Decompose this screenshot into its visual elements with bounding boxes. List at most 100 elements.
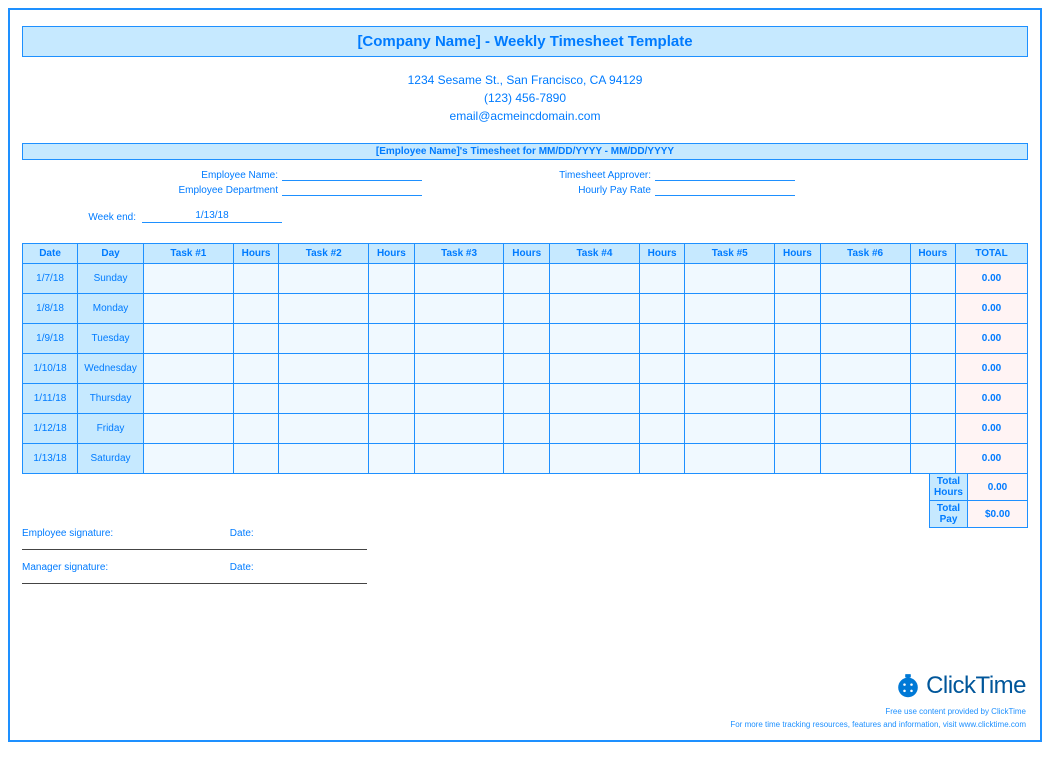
task-cell[interactable] <box>279 324 369 354</box>
hours-cell[interactable] <box>639 264 685 294</box>
task-cell[interactable] <box>550 264 640 294</box>
hours-cell[interactable] <box>910 324 956 354</box>
hours-cell[interactable] <box>775 324 821 354</box>
task-cell[interactable] <box>550 444 640 474</box>
task-cell[interactable] <box>279 444 369 474</box>
hours-cell[interactable] <box>504 354 550 384</box>
timesheet-document: [Company Name] - Weekly Timesheet Templa… <box>8 8 1042 742</box>
task-cell[interactable] <box>279 294 369 324</box>
hours-cell[interactable] <box>233 444 279 474</box>
employee-signature-line[interactable] <box>22 549 367 550</box>
stopwatch-icon <box>894 672 922 700</box>
hours-cell[interactable] <box>910 444 956 474</box>
hours-cell[interactable] <box>233 324 279 354</box>
task-cell[interactable] <box>279 414 369 444</box>
hours-cell[interactable] <box>504 444 550 474</box>
hours-cell[interactable] <box>910 414 956 444</box>
task-cell[interactable] <box>143 264 233 294</box>
task-cell[interactable] <box>550 384 640 414</box>
hours-cell[interactable] <box>639 294 685 324</box>
task-cell[interactable] <box>414 264 504 294</box>
hours-cell[interactable] <box>369 264 415 294</box>
hours-cell[interactable] <box>775 444 821 474</box>
task-cell[interactable] <box>820 294 910 324</box>
hours-cell[interactable] <box>639 384 685 414</box>
company-info: 1234 Sesame St., San Francisco, CA 94129… <box>22 71 1028 125</box>
hours-cell[interactable] <box>369 384 415 414</box>
task-cell[interactable] <box>550 354 640 384</box>
task-cell[interactable] <box>414 444 504 474</box>
week-end-value[interactable]: 1/13/18 <box>142 210 282 223</box>
timesheet-approver-field[interactable] <box>655 168 795 181</box>
hours-cell[interactable] <box>504 414 550 444</box>
task-cell[interactable] <box>550 294 640 324</box>
task-cell[interactable] <box>414 324 504 354</box>
date-cell: 1/12/18 <box>23 414 78 444</box>
task-cell[interactable] <box>143 324 233 354</box>
hours-cell[interactable] <box>910 354 956 384</box>
hours-cell[interactable] <box>639 414 685 444</box>
employee-name-field[interactable] <box>282 168 422 181</box>
hours-cell[interactable] <box>369 414 415 444</box>
task-cell[interactable] <box>685 444 775 474</box>
task-cell[interactable] <box>685 384 775 414</box>
date-cell: 1/11/18 <box>23 384 78 414</box>
manager-signature-line[interactable] <box>22 583 367 584</box>
hours-cell[interactable] <box>910 384 956 414</box>
hours-cell[interactable] <box>233 414 279 444</box>
task-cell[interactable] <box>685 354 775 384</box>
task-cell[interactable] <box>820 264 910 294</box>
hours-cell[interactable] <box>369 324 415 354</box>
hours-cell[interactable] <box>639 324 685 354</box>
hours-cell[interactable] <box>233 384 279 414</box>
task-cell[interactable] <box>820 384 910 414</box>
task-cell[interactable] <box>414 414 504 444</box>
hourly-pay-rate-field[interactable] <box>655 183 795 196</box>
task-cell[interactable] <box>279 384 369 414</box>
hours-cell[interactable] <box>504 324 550 354</box>
row-total: 0.00 <box>956 324 1028 354</box>
task-cell[interactable] <box>143 444 233 474</box>
task-cell[interactable] <box>820 414 910 444</box>
task-cell[interactable] <box>550 414 640 444</box>
task-cell[interactable] <box>414 354 504 384</box>
hours-cell[interactable] <box>910 264 956 294</box>
task-cell[interactable] <box>685 414 775 444</box>
task-cell[interactable] <box>414 384 504 414</box>
hours-cell[interactable] <box>639 444 685 474</box>
hours-cell[interactable] <box>639 354 685 384</box>
hours-cell[interactable] <box>504 264 550 294</box>
hours-cell[interactable] <box>369 444 415 474</box>
task-cell[interactable] <box>143 294 233 324</box>
hours-cell[interactable] <box>504 294 550 324</box>
task-cell[interactable] <box>143 384 233 414</box>
task-cell[interactable] <box>279 264 369 294</box>
task-cell[interactable] <box>685 294 775 324</box>
hours-cell[interactable] <box>910 294 956 324</box>
task-cell[interactable] <box>414 294 504 324</box>
hours-cell[interactable] <box>233 264 279 294</box>
hours-cell[interactable] <box>775 294 821 324</box>
task-cell[interactable] <box>279 354 369 384</box>
hours-cell[interactable] <box>233 354 279 384</box>
hours-cell[interactable] <box>775 354 821 384</box>
row-total: 0.00 <box>956 264 1028 294</box>
task-cell[interactable] <box>143 354 233 384</box>
employee-department-field[interactable] <box>282 183 422 196</box>
task-cell[interactable] <box>550 324 640 354</box>
task-cell[interactable] <box>143 414 233 444</box>
hours-cell[interactable] <box>775 414 821 444</box>
task-cell[interactable] <box>820 444 910 474</box>
hours-cell[interactable] <box>233 294 279 324</box>
hours-cell[interactable] <box>369 294 415 324</box>
hours-cell[interactable] <box>369 354 415 384</box>
hours-cell[interactable] <box>504 384 550 414</box>
hours-cell[interactable] <box>775 264 821 294</box>
hours-cell[interactable] <box>775 384 821 414</box>
row-total: 0.00 <box>956 444 1028 474</box>
task-cell[interactable] <box>685 264 775 294</box>
company-address: 1234 Sesame St., San Francisco, CA 94129 <box>22 71 1028 89</box>
task-cell[interactable] <box>685 324 775 354</box>
task-cell[interactable] <box>820 354 910 384</box>
task-cell[interactable] <box>820 324 910 354</box>
